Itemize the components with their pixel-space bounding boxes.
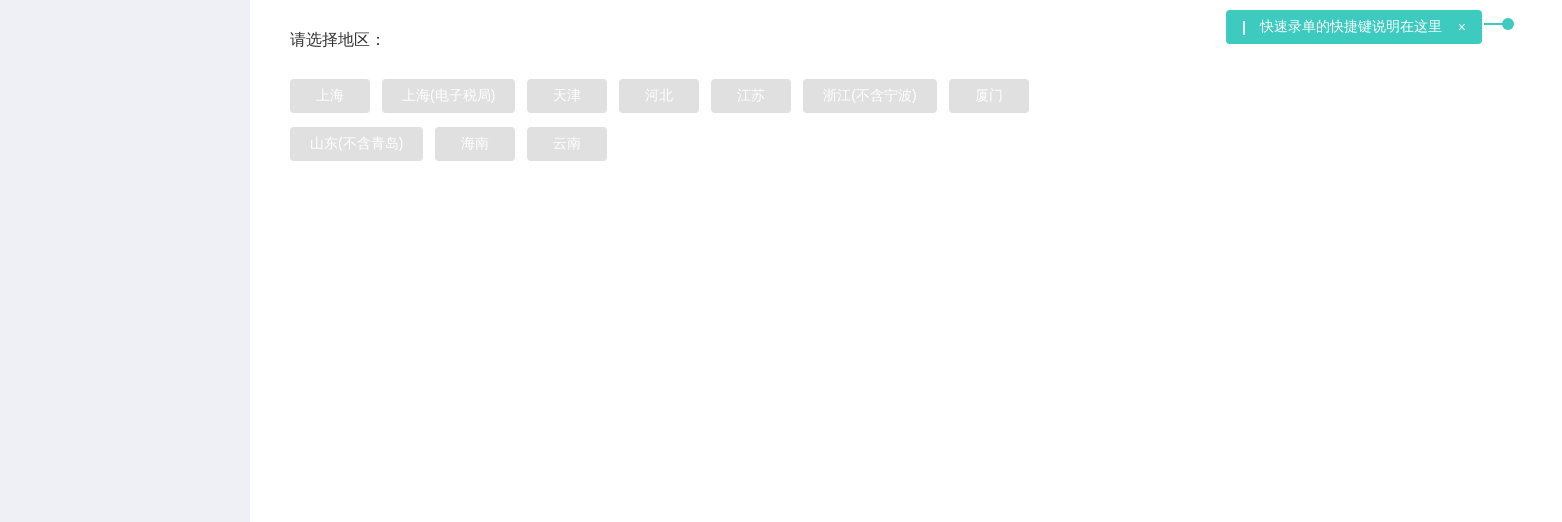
region-button-row1-0[interactable]: 上海 xyxy=(290,79,370,113)
region-button-row2-1[interactable]: 海南 xyxy=(435,127,515,161)
region-button-row2-0[interactable]: 山东(不含青岛) xyxy=(290,127,423,161)
tooltip-banner: 快速录单的快捷键说明在这里 × xyxy=(1226,10,1482,44)
sidebar xyxy=(0,0,250,522)
tooltip-dot-indicator xyxy=(1502,18,1514,30)
region-button-row2-2[interactable]: 云南 xyxy=(527,127,607,161)
tooltip-text: 快速录单的快捷键说明在这里 xyxy=(1260,18,1442,36)
tooltip-close-button[interactable]: × xyxy=(1458,19,1466,35)
region-button-row1-1[interactable]: 上海(电子税局) xyxy=(382,79,515,113)
region-row-1: 上海上海(电子税局) 天津河北江苏浙江(不含宁波) 厦门 xyxy=(290,79,1522,113)
main-content: 请选择地区： 上海上海(电子税局)天津河北江苏浙江(不含宁波)厦门 山东(不含青… xyxy=(250,0,1562,522)
region-button-row1-4[interactable]: 江苏 xyxy=(711,79,791,113)
region-button-row1-3[interactable]: 河北 xyxy=(619,79,699,113)
region-button-row1-6[interactable]: 厦门 xyxy=(949,79,1029,113)
region-row-2: 山东(不含青岛) 海南云南 xyxy=(290,127,1522,161)
region-button-row1-5[interactable]: 浙江(不含宁波) xyxy=(803,79,936,113)
region-button-row1-2[interactable]: 天津 xyxy=(527,79,607,113)
